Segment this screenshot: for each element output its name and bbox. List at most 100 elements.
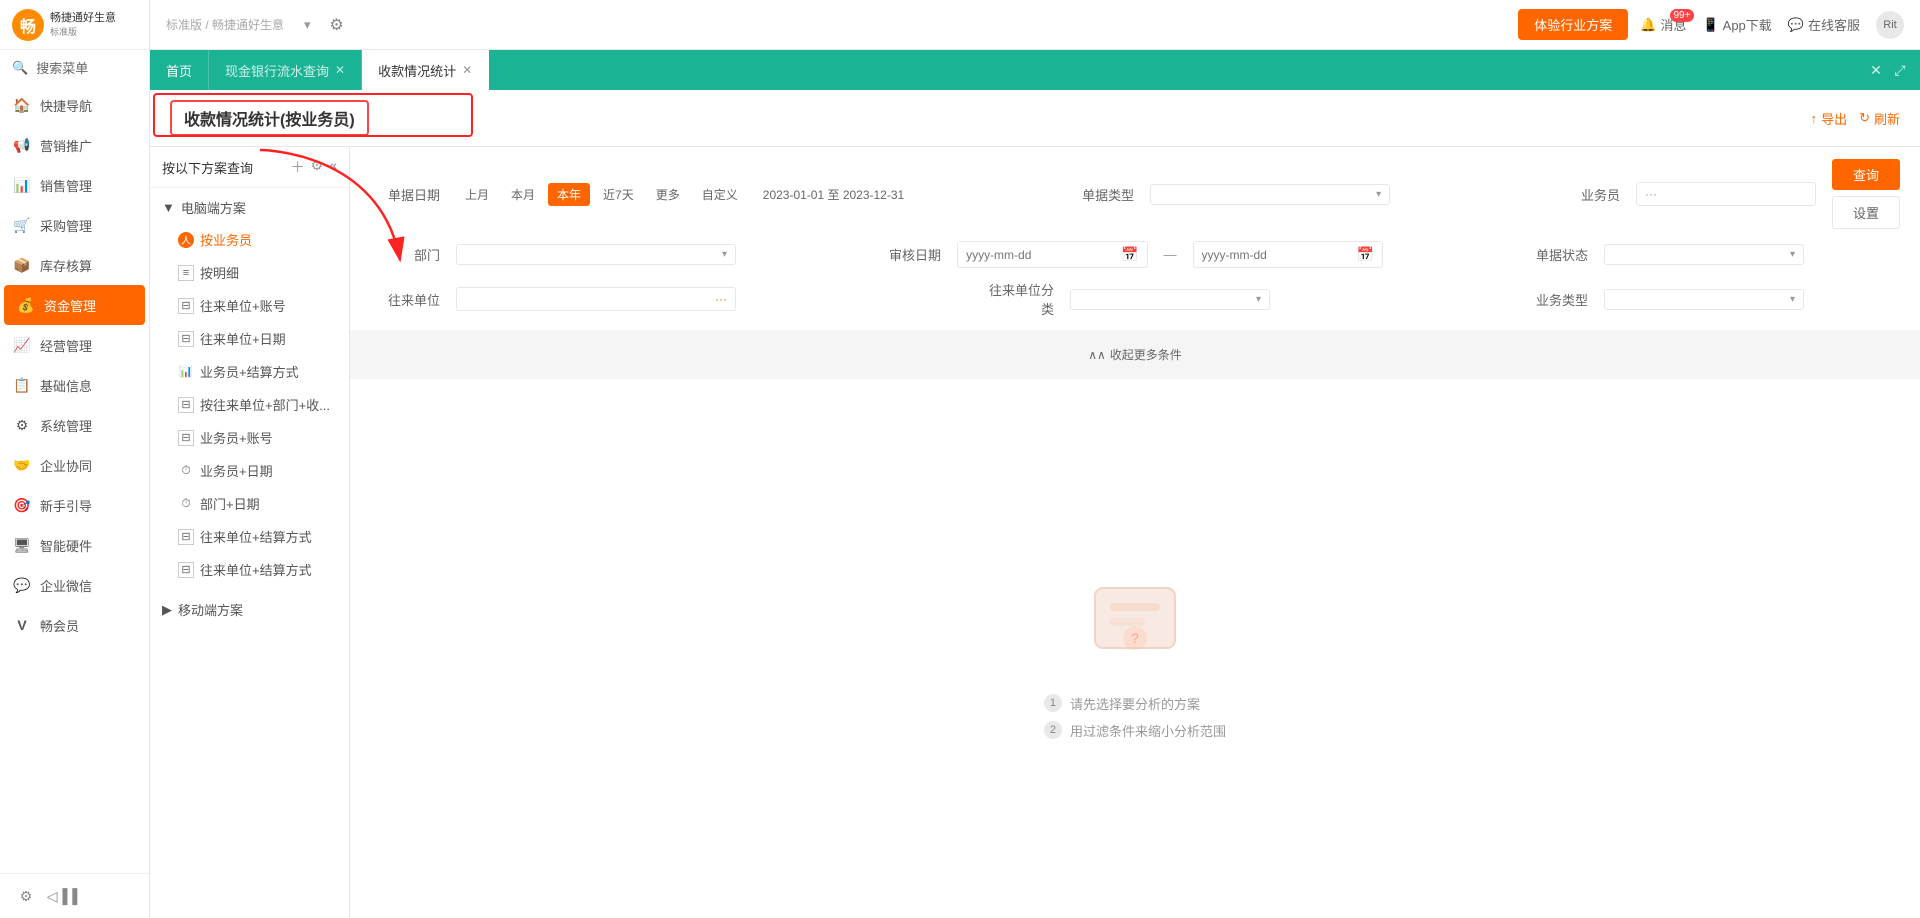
- doc-status-arrow-icon: ▾: [1790, 249, 1795, 260]
- date-btn-custom[interactable]: 自定义: [693, 183, 747, 206]
- empty-tips: 1 请先选择要分析的方案 2 用过滤条件来缩小分析范围: [1044, 694, 1226, 740]
- app-download-btn[interactable]: 📱 App下载: [1702, 15, 1771, 34]
- clock-icon: ⏱: [178, 463, 194, 479]
- scheme-item-unit-payment1[interactable]: ⊟ 往来单位+结算方式: [150, 520, 349, 553]
- scheme-item-unit-dept[interactable]: ⊟ 按往来单位+部门+收...: [150, 388, 349, 421]
- scheme-item-label: 业务员+日期: [200, 461, 273, 480]
- messages-btn[interactable]: 🔔 消息 99+: [1640, 15, 1686, 34]
- counterpart-select[interactable]: ···: [456, 287, 736, 311]
- review-date-label: 审核日期: [871, 245, 941, 264]
- filter-settings-btn[interactable]: 设置: [1832, 196, 1900, 229]
- tab-home[interactable]: 首页: [150, 50, 209, 90]
- dept-date-icon: ⏱: [178, 496, 194, 512]
- tab-collection-stats[interactable]: 收款情况统计 ✕: [362, 50, 489, 90]
- sidebar-item-purchase[interactable]: 🛒 采购管理: [0, 205, 149, 245]
- review-date-to-input[interactable]: [1202, 248, 1357, 262]
- sidebar-item-operation[interactable]: 📈 经营管理: [0, 325, 149, 365]
- scheme-item-dept-date[interactable]: ⏱ 部门+日期: [150, 487, 349, 520]
- online-service-btn[interactable]: 💬 在线客服: [1788, 15, 1860, 34]
- collapse-area: ∧∧ 收起更多条件: [350, 330, 1920, 379]
- user-avatar[interactable]: Rit: [1876, 11, 1904, 39]
- sidebar-item-inventory[interactable]: 📦 库存核算: [0, 245, 149, 285]
- counterpart-more-icon[interactable]: ···: [715, 292, 727, 306]
- sidebar-item-system[interactable]: ⚙ 系统管理: [0, 405, 149, 445]
- desktop-group-header[interactable]: ▼ 电脑端方案: [150, 192, 349, 223]
- sidebar-item-member[interactable]: V 畅会员: [0, 605, 149, 645]
- salesman-label: 业务员: [1550, 185, 1620, 204]
- date-btn-this-month[interactable]: 本月: [502, 183, 544, 206]
- date-btn-7days[interactable]: 近7天: [594, 183, 643, 206]
- footer-settings-btn[interactable]: ⚙: [12, 882, 40, 910]
- date-range-text: 2023-01-01 至 2023-12-31: [763, 186, 904, 203]
- scheme-item-label: 按往来单位+部门+收...: [200, 395, 330, 414]
- tab-cash-flow[interactable]: 现金银行流水查询 ✕: [209, 50, 362, 90]
- export-btn[interactable]: ↑ 导出: [1811, 109, 1848, 128]
- review-date-from-input[interactable]: [966, 248, 1121, 262]
- biz-type-select[interactable]: ▾: [1604, 289, 1804, 310]
- tab-collection-stats-close[interactable]: ✕: [462, 63, 472, 77]
- topbar-right: 🔔 消息 99+ 📱 App下载 💬 在线客服 Rit: [1640, 11, 1904, 39]
- scheme-item-unit-account[interactable]: ⊟ 往来单位+账号: [150, 289, 349, 322]
- filter-row-3: 往来单位 ··· 往来单位分类 ▾ 业务类型: [370, 280, 1900, 318]
- scheme-settings-btn[interactable]: ⚙: [311, 157, 324, 177]
- dept-select[interactable]: ▾: [456, 244, 736, 265]
- biz-type-label: 业务类型: [1518, 290, 1588, 309]
- scheme-item-detail[interactable]: ≡ 按明细: [150, 256, 349, 289]
- collapse-panel-btn[interactable]: «: [329, 157, 337, 177]
- date-btn-more[interactable]: 更多: [647, 183, 689, 206]
- date-btn-this-year[interactable]: 本年: [548, 183, 590, 206]
- sidebar-item-label: 基础信息: [40, 376, 92, 395]
- sidebar-item-collab[interactable]: 🤝 企业协同: [0, 445, 149, 485]
- scheme-item-unit-date[interactable]: ⊟ 往来单位+日期: [150, 322, 349, 355]
- scheme-item-unit-payment2[interactable]: ⊟ 往来单位+结算方式: [150, 553, 349, 586]
- scheme-item-salesman-account[interactable]: ⊟ 业务员+账号: [150, 421, 349, 454]
- doc-status-select[interactable]: ▾: [1604, 244, 1804, 265]
- sidebar-item-wechat[interactable]: 💬 企业微信: [0, 565, 149, 605]
- messages-badge: 99+: [1670, 9, 1695, 22]
- add-scheme-btn[interactable]: ＋: [291, 157, 305, 177]
- tip-text-1: 请先选择要分析的方案: [1070, 694, 1200, 713]
- maximize-window-btn[interactable]: ⤢: [1892, 62, 1908, 78]
- counterpart-cat-select[interactable]: ▾: [1070, 289, 1270, 310]
- sidebar-item-hardware[interactable]: 🖥 智能硬件: [0, 525, 149, 565]
- close-window-btn[interactable]: ✕: [1868, 62, 1884, 78]
- sidebar-item-guide[interactable]: 🎯 新手引导: [0, 485, 149, 525]
- sidebar-item-basic-info[interactable]: 📋 基础信息: [0, 365, 149, 405]
- sidebar-search[interactable]: 🔍 搜索菜单: [0, 50, 149, 85]
- desktop-scheme-group: ▼ 电脑端方案 人 按业务员 ≡ 按明细 ⊟ 往来单位+账号: [150, 188, 349, 590]
- scheme-item-label: 业务员+结算方式: [200, 362, 299, 381]
- salesman-select[interactable]: ···: [1636, 182, 1816, 206]
- sidebar-item-quick-nav[interactable]: 🏠 快捷导航: [0, 85, 149, 125]
- review-date-to[interactable]: 📅: [1193, 241, 1383, 268]
- logo-name: 畅捷通好生意: [50, 11, 116, 25]
- review-date-from[interactable]: 📅: [957, 241, 1147, 268]
- sidebar-item-sales[interactable]: 📊 销售管理: [0, 165, 149, 205]
- export-label: 导出: [1821, 109, 1847, 128]
- svg-text:?: ?: [1131, 630, 1139, 646]
- scheme-item-salesman-payment[interactable]: 📊 业务员+结算方式: [150, 355, 349, 388]
- collapse-btn[interactable]: ∧∧ 收起更多条件: [1080, 338, 1190, 371]
- sidebar-item-finance[interactable]: 💰 资金管理: [4, 285, 145, 325]
- tab-cash-flow-close[interactable]: ✕: [335, 63, 345, 77]
- chevron-down-icon[interactable]: ▾: [304, 17, 311, 33]
- calendar-from-icon[interactable]: 📅: [1121, 246, 1138, 263]
- scheme-item-label: 按明细: [200, 263, 239, 282]
- empty-illustration: ?: [1075, 558, 1195, 678]
- refresh-btn[interactable]: ↻ 刷新: [1859, 109, 1900, 128]
- scheme-item-salesman-date[interactable]: ⏱ 业务员+日期: [150, 454, 349, 487]
- filter-panel: 单据日期 上月 本月 本年 近7天 更多 自定义 2023-01-01 至 20…: [350, 147, 1920, 330]
- empty-tip-1: 1 请先选择要分析的方案: [1044, 694, 1226, 713]
- query-btn[interactable]: 查询: [1832, 159, 1900, 190]
- sidebar-item-marketing[interactable]: 📢 营销推广: [0, 125, 149, 165]
- list-icon: 📋: [12, 375, 32, 395]
- calendar-to-icon[interactable]: 📅: [1357, 246, 1374, 263]
- tip-text-2: 用过滤条件来缩小分析范围: [1070, 721, 1226, 740]
- footer-collapse-btn[interactable]: ◁▐▐: [48, 882, 76, 910]
- scheme-item-salesman[interactable]: 人 按业务员: [150, 223, 349, 256]
- date-btn-last-month[interactable]: 上月: [456, 183, 498, 206]
- doc-type-select[interactable]: ▾: [1150, 184, 1390, 205]
- settings-gear-btn[interactable]: ⚙: [323, 11, 351, 39]
- box-icon: 📦: [12, 255, 32, 275]
- trial-btn[interactable]: 体验行业方案: [1518, 9, 1628, 40]
- mobile-group-header[interactable]: ▶ 移动端方案: [150, 594, 349, 625]
